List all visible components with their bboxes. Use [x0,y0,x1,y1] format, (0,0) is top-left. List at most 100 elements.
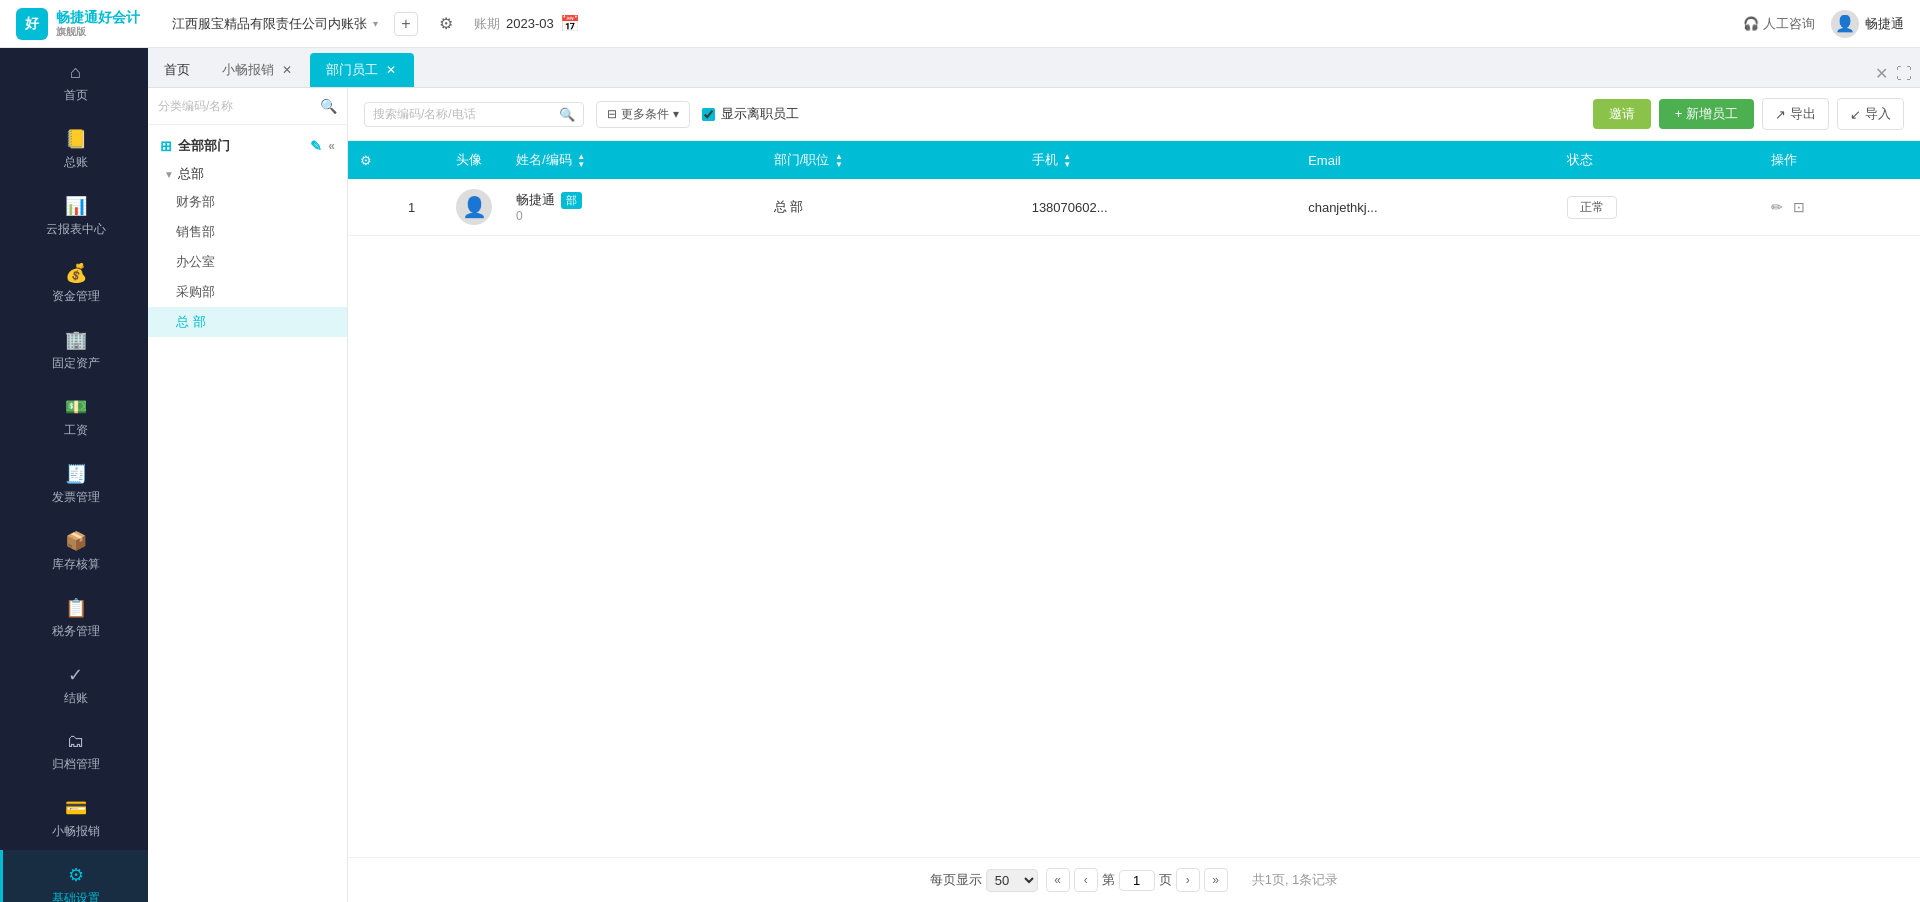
window-close-button[interactable]: ✕ [1875,64,1888,83]
th-name-code[interactable]: 姓名/编码 ▲▼ [504,141,762,179]
sidebar-item-label: 基础设置 [52,890,100,902]
employee-code: 0 [516,209,750,223]
dept-headquarters-label: 总 部 [176,314,206,329]
app-edition: 旗舰版 [56,26,140,38]
edit-icon[interactable]: ✏ [1771,199,1783,215]
sidebar-item-tax[interactable]: 📋 税务管理 [0,583,148,650]
checkout-icon: ✓ [68,664,83,686]
logo-icon: 好 [16,8,48,40]
logo: 好 畅捷通好会计 旗舰版 [16,8,164,40]
last-page-button[interactable]: » [1204,868,1228,892]
add-employee-button[interactable]: + 新增员工 [1659,99,1754,129]
ledger-icon: 📒 [65,128,87,150]
invite-button[interactable]: 邀请 [1593,99,1651,129]
customer-service-label: 人工咨询 [1763,15,1815,33]
employee-search-input[interactable] [373,107,553,121]
dept-general-label: 总部 [178,165,204,183]
dept-office[interactable]: 办公室 [148,247,347,277]
sidebar-item-checkout[interactable]: ✓ 结账 [0,650,148,717]
page-number-input[interactable] [1119,870,1155,891]
settings-icon[interactable]: ⚙ [434,12,458,36]
sidebar-item-settings[interactable]: ⚙ 基础设置 [0,850,148,902]
row-name-code: 畅捷通 部 0 [504,179,762,236]
first-page-button[interactable]: « [1046,868,1070,892]
dept-search-input[interactable] [158,99,316,113]
tab-home-label: 首页 [164,61,190,79]
dept-purchase[interactable]: 采购部 [148,277,347,307]
sidebar-item-fixed-assets[interactable]: 🏢 固定资产 [0,315,148,382]
calendar-icon[interactable]: 📅 [560,14,580,33]
pagination-bar: 每页显示 50 10 20 100 « ‹ 第 [348,857,1920,902]
sidebar-item-label: 结账 [64,690,88,707]
sidebar-item-label: 税务管理 [52,623,100,640]
invoice-icon: 🧾 [65,463,87,485]
tab-expense[interactable]: 小畅报销 ✕ [206,53,310,87]
th-gear[interactable]: ⚙ [348,141,396,179]
th-phone[interactable]: 手机 ▲▼ [1020,141,1297,179]
sidebar-item-reports[interactable]: 📊 云报表中心 [0,181,148,248]
dept-parent-general[interactable]: ▼ 总部 [148,161,347,187]
filter-button[interactable]: ⊟ 更多条件 ▾ [596,101,690,128]
dept-sales[interactable]: 销售部 [148,217,347,247]
tab-dept-employee-close[interactable]: ✕ [384,63,398,77]
sidebar-item-label: 资金管理 [52,288,100,305]
tab-dept-employee[interactable]: 部门员工 ✕ [310,53,414,87]
customer-service-button[interactable]: 🎧 人工咨询 [1743,15,1815,33]
export-label: 导出 [1790,105,1816,123]
table-row: 1 👤 畅捷通 部 0 [348,179,1920,236]
page-suffix: 页 [1159,871,1172,889]
sidebar-item-ledger[interactable]: 📒 总账 [0,114,148,181]
sidebar-item-expense[interactable]: 💳 小畅报销 [0,783,148,850]
employee-search-box: 🔍 [364,102,584,127]
row-avatar: 👤 [444,179,504,236]
export-button[interactable]: ↗ 导出 [1762,98,1829,130]
page-size-select[interactable]: 50 10 20 100 [986,869,1038,892]
page-size-area: 每页显示 50 10 20 100 [930,869,1038,892]
sidebar-item-inventory[interactable]: 📦 库存核算 [0,516,148,583]
employee-toolbar: 🔍 ⊟ 更多条件 ▾ 显示离职员工 邀请 [348,88,1920,141]
employee-avatar: 👤 [456,189,492,225]
app-name: 畅捷通好会计 [56,9,140,26]
next-page-button[interactable]: › [1176,868,1200,892]
page-size-label: 每页显示 [930,871,982,889]
sidebar-item-invoice[interactable]: 🧾 发票管理 [0,449,148,516]
expense-icon: 💳 [65,797,87,819]
invite-label: 邀请 [1609,106,1635,121]
show-resigned-checkbox[interactable] [702,108,715,121]
th-status: 状态 [1555,141,1760,179]
dept-root-all[interactable]: ⊞ 全部部门 ✎ « [148,131,347,161]
department-panel: 🔍 ⊞ 全部部门 ✎ « ▼ 总部 财务部 [148,88,348,902]
row-status: 正常 [1555,179,1760,236]
dept-search-icon[interactable]: 🔍 [320,98,337,114]
dept-collapse-icon[interactable]: « [328,139,335,153]
tab-expense-close[interactable]: ✕ [280,63,294,77]
dept-headquarters[interactable]: 总 部 [148,307,347,337]
user-menu[interactable]: 👤 畅捷通 [1831,10,1904,38]
sidebar-item-archive[interactable]: 🗂 归档管理 [0,717,148,783]
period-label: 账期 [474,15,500,33]
add-book-button[interactable]: + [394,12,418,36]
th-dept-position[interactable]: 部门/职位 ▲▼ [762,141,1020,179]
tab-home[interactable]: 首页 [148,53,206,87]
import-icon: ↙ [1850,107,1861,122]
logout-icon[interactable]: ⊡ [1793,199,1805,215]
dept-finance[interactable]: 财务部 [148,187,347,217]
dept-sales-label: 销售部 [176,224,215,239]
sidebar-item-label: 发票管理 [52,489,100,506]
sidebar-item-home[interactable]: ⌂ 首页 [0,48,148,114]
company-selector[interactable]: 江西服宝精品有限责任公司内账张 ▾ [172,15,378,33]
th-actions: 操作 [1759,141,1920,179]
dept-edit-icon[interactable]: ✎ [310,138,322,154]
import-button[interactable]: ↙ 导入 [1837,98,1904,130]
sidebar-item-payroll[interactable]: 💵 工资 [0,382,148,449]
filter-icon: ⊟ [607,107,617,121]
add-employee-label: + 新增员工 [1675,105,1738,123]
show-resigned-area: 显示离职员工 [702,105,799,123]
sidebar-item-funds[interactable]: 💰 资金管理 [0,248,148,315]
window-maximize-button[interactable]: ⛶ [1896,65,1912,83]
dept-tree: ⊞ 全部部门 ✎ « ▼ 总部 财务部 销售部 [148,125,347,902]
th-email: Email [1296,141,1554,179]
dept-purchase-label: 采购部 [176,284,215,299]
status-badge: 正常 [1567,196,1617,219]
prev-page-button[interactable]: ‹ [1074,868,1098,892]
